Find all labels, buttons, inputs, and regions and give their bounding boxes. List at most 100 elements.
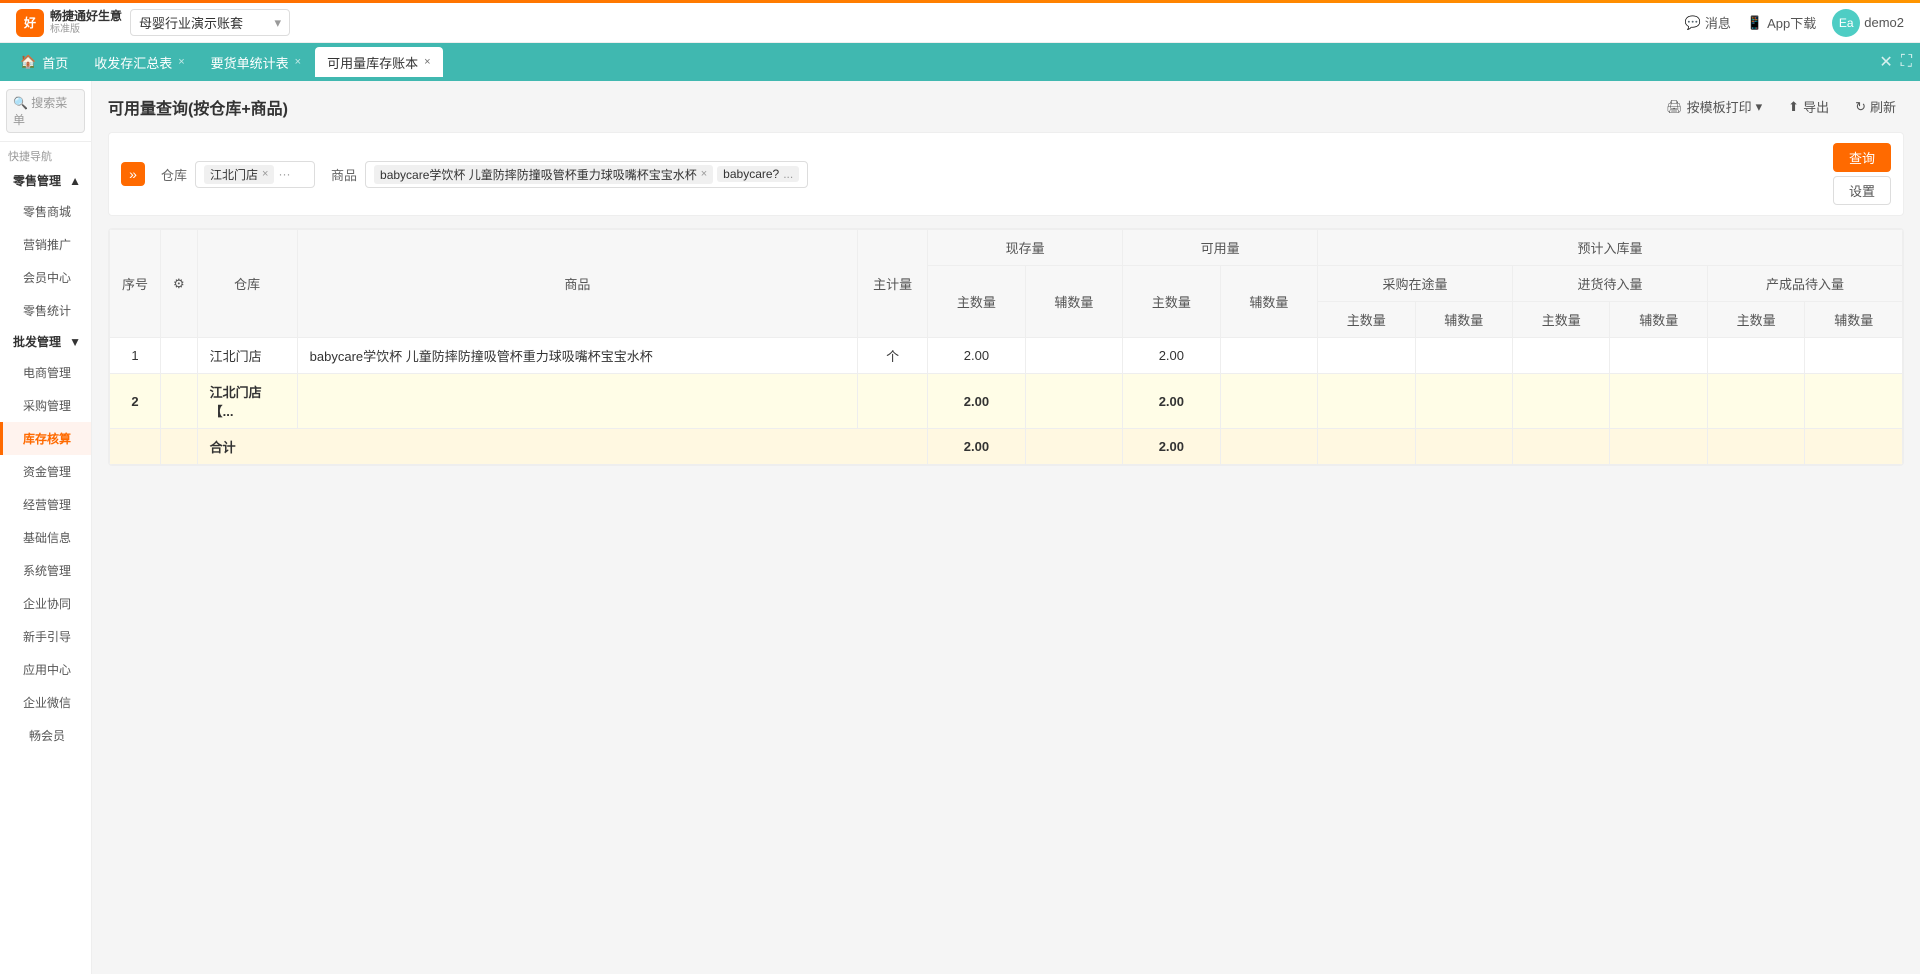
page-actions: 🖨 按模板打印 ▾ ⬆ 导出 ↻ 刷新: [1658, 93, 1904, 120]
sidebar-item-enterprise-wechat[interactable]: 企业微信: [0, 686, 91, 719]
refresh-label: 刷新: [1870, 97, 1896, 116]
product-tag-1-value: babycare学饮杯 儿童防摔防撞吸管杯重力球吸嘴杯宝宝水杯: [380, 166, 697, 183]
warehouse-tag-value: 江北门店: [210, 166, 258, 183]
tab-available-stock-close[interactable]: ×: [424, 56, 430, 68]
col-prod-aux: 辅数量: [1805, 302, 1903, 338]
export-label: 导出: [1803, 97, 1829, 116]
sidebar-item-purchase-mgmt[interactable]: 采购管理: [0, 389, 91, 422]
refresh-action[interactable]: ↻ 刷新: [1847, 93, 1904, 120]
setting-button[interactable]: 设置: [1833, 176, 1891, 205]
row-purchase-main: [1318, 338, 1415, 374]
footer-no: [110, 429, 161, 465]
row-incoming-aux: [1610, 338, 1707, 374]
subtotal-product: [297, 374, 858, 429]
col-incoming-main: 主数量: [1513, 302, 1610, 338]
sidebar-item-retail-shop[interactable]: 零售商城: [0, 195, 91, 228]
subtotal-prod-aux: [1805, 374, 1903, 429]
close-all-icon[interactable]: ✕: [1879, 52, 1892, 72]
col-unit: 主计量: [858, 230, 928, 338]
sidebar-item-system-mgmt[interactable]: 系统管理: [0, 554, 91, 587]
subtotal-stock-aux: [1025, 374, 1122, 429]
message-action[interactable]: 💬 消息: [1685, 13, 1731, 32]
logo-icon: 好: [16, 9, 44, 37]
app-name: 畅捷通好生意: [50, 9, 122, 23]
warehouse-more-icon[interactable]: ···: [278, 167, 290, 181]
col-purchase-on-way: 采购在途量: [1318, 266, 1513, 302]
col-product: 商品: [297, 230, 858, 338]
sidebar-item-member-center[interactable]: 会员中心: [0, 261, 91, 294]
warehouse-filter-input[interactable]: 江北门店 × ···: [195, 161, 315, 188]
sidebar-quick-nav[interactable]: 快捷导航: [0, 142, 91, 166]
filter-toggle[interactable]: »: [121, 162, 145, 186]
tab-bar: 🏠 首页 收发存汇总表 × 要货单统计表 × 可用量库存账本 × ✕ ⛶: [0, 43, 1920, 81]
settings-icon[interactable]: ⚙: [173, 276, 185, 291]
footer-check: [161, 429, 198, 465]
company-selector[interactable]: 母婴行业演示账套 ▾: [130, 9, 290, 36]
sidebar-item-enterprise-collab-label: 企业协同: [23, 597, 71, 611]
col-stock-group: 现存量: [928, 230, 1123, 266]
sidebar-item-ecommerce-mgmt[interactable]: 电商管理: [0, 356, 91, 389]
sidebar-item-operations-mgmt[interactable]: 经营管理: [0, 488, 91, 521]
col-available-group: 可用量: [1123, 230, 1318, 266]
row-no: 1: [110, 338, 161, 374]
user-menu[interactable]: Ea demo2: [1832, 9, 1904, 37]
sidebar-item-retail-stats[interactable]: 零售统计: [0, 294, 91, 327]
table-container: 序号 ⚙ 仓库 商品 主计量 现存量 可用量 预计入库量 主: [108, 228, 1904, 466]
sidebar-item-wholesale-mgmt[interactable]: 批发管理 ▼: [0, 327, 91, 356]
footer-incoming-aux: [1610, 429, 1707, 465]
page-title-bar: 可用量查询(按仓库+商品) 🖨 按模板打印 ▾ ⬆ 导出 ↻ 刷新: [108, 93, 1904, 120]
subtotal-check: [161, 374, 198, 429]
logo-text: 畅捷通好生意 标准版: [50, 9, 122, 35]
tab-order-stats[interactable]: 要货单统计表 ×: [199, 47, 313, 77]
product-filter-label: 商品: [331, 165, 357, 184]
tab-receipts[interactable]: 收发存汇总表 ×: [82, 47, 196, 77]
sidebar-item-retail-mgmt[interactable]: 零售管理 ▲: [0, 166, 91, 195]
query-button[interactable]: 查询: [1833, 143, 1891, 172]
tab-receipts-close[interactable]: ×: [178, 56, 184, 68]
row-avail-main: 2.00: [1123, 338, 1220, 374]
sidebar-item-inventory-check[interactable]: 库存核算: [0, 422, 91, 455]
sidebar-item-member-plus[interactable]: 畅会员: [0, 719, 91, 752]
tab-available-stock[interactable]: 可用量库存账本 ×: [315, 47, 442, 77]
row-warehouse: 江北门店: [197, 338, 297, 374]
sidebar-search-btn[interactable]: 🔍 搜索菜单: [6, 89, 85, 133]
app-download-action[interactable]: 📱 App下载: [1747, 13, 1816, 32]
sidebar-item-enterprise-collab[interactable]: 企业协同: [0, 587, 91, 620]
col-settings[interactable]: ⚙: [161, 230, 198, 338]
tab-home[interactable]: 🏠 首页: [8, 47, 80, 77]
tab-home-label: 首页: [42, 53, 68, 72]
sidebar-item-system-mgmt-label: 系统管理: [23, 564, 71, 578]
tab-bar-right: ✕ ⛶: [1879, 52, 1912, 72]
subtotal-purchase-main: [1318, 374, 1415, 429]
print-action[interactable]: 🖨 按模板打印 ▾: [1658, 93, 1770, 120]
product-tag-1-close[interactable]: ×: [701, 168, 707, 180]
app-sub: 标准版: [50, 24, 122, 36]
subtotal-avail-main: 2.00: [1123, 374, 1220, 429]
sidebar-item-new-guide[interactable]: 新手引导: [0, 620, 91, 653]
sidebar-item-marketing[interactable]: 营销推广: [0, 228, 91, 261]
tab-receipts-label: 收发存汇总表: [94, 53, 172, 72]
product-filter-group: 商品 babycare学饮杯 儿童防摔防撞吸管杯重力球吸嘴杯宝宝水杯 × bab…: [331, 161, 808, 188]
warehouse-tag-close[interactable]: ×: [262, 168, 268, 180]
col-incoming-aux: 辅数量: [1610, 302, 1707, 338]
sidebar-item-finance-mgmt-label: 资金管理: [23, 465, 71, 479]
footer-prod-aux: [1805, 429, 1903, 465]
data-table: 序号 ⚙ 仓库 商品 主计量 现存量 可用量 预计入库量 主: [109, 229, 1903, 465]
row-prod-main: [1707, 338, 1804, 374]
warehouse-filter-group: 仓库 江北门店 × ···: [161, 161, 315, 188]
chevron-down-icon: ▼: [69, 335, 81, 349]
sidebar-item-ecommerce-mgmt-label: 电商管理: [23, 366, 71, 380]
sidebar-item-wholesale-mgmt-label: 批发管理: [13, 333, 61, 350]
tab-order-stats-close[interactable]: ×: [295, 56, 301, 68]
subtotal-purchase-aux: [1415, 374, 1512, 429]
sidebar-item-app-center[interactable]: 应用中心: [0, 653, 91, 686]
product-tag-1: babycare学饮杯 儿童防摔防撞吸管杯重力球吸嘴杯宝宝水杯 ×: [374, 165, 713, 184]
subtotal-incoming-aux: [1610, 374, 1707, 429]
row-purchase-aux: [1415, 338, 1512, 374]
fullscreen-icon[interactable]: ⛶: [1901, 53, 1912, 71]
subtotal-stock-main: 2.00: [928, 374, 1025, 429]
sidebar-item-basic-info[interactable]: 基础信息: [0, 521, 91, 554]
sidebar-item-finance-mgmt[interactable]: 资金管理: [0, 455, 91, 488]
product-filter-input[interactable]: babycare学饮杯 儿童防摔防撞吸管杯重力球吸嘴杯宝宝水杯 × babyca…: [365, 161, 808, 188]
export-action[interactable]: ⬆ 导出: [1780, 93, 1837, 120]
